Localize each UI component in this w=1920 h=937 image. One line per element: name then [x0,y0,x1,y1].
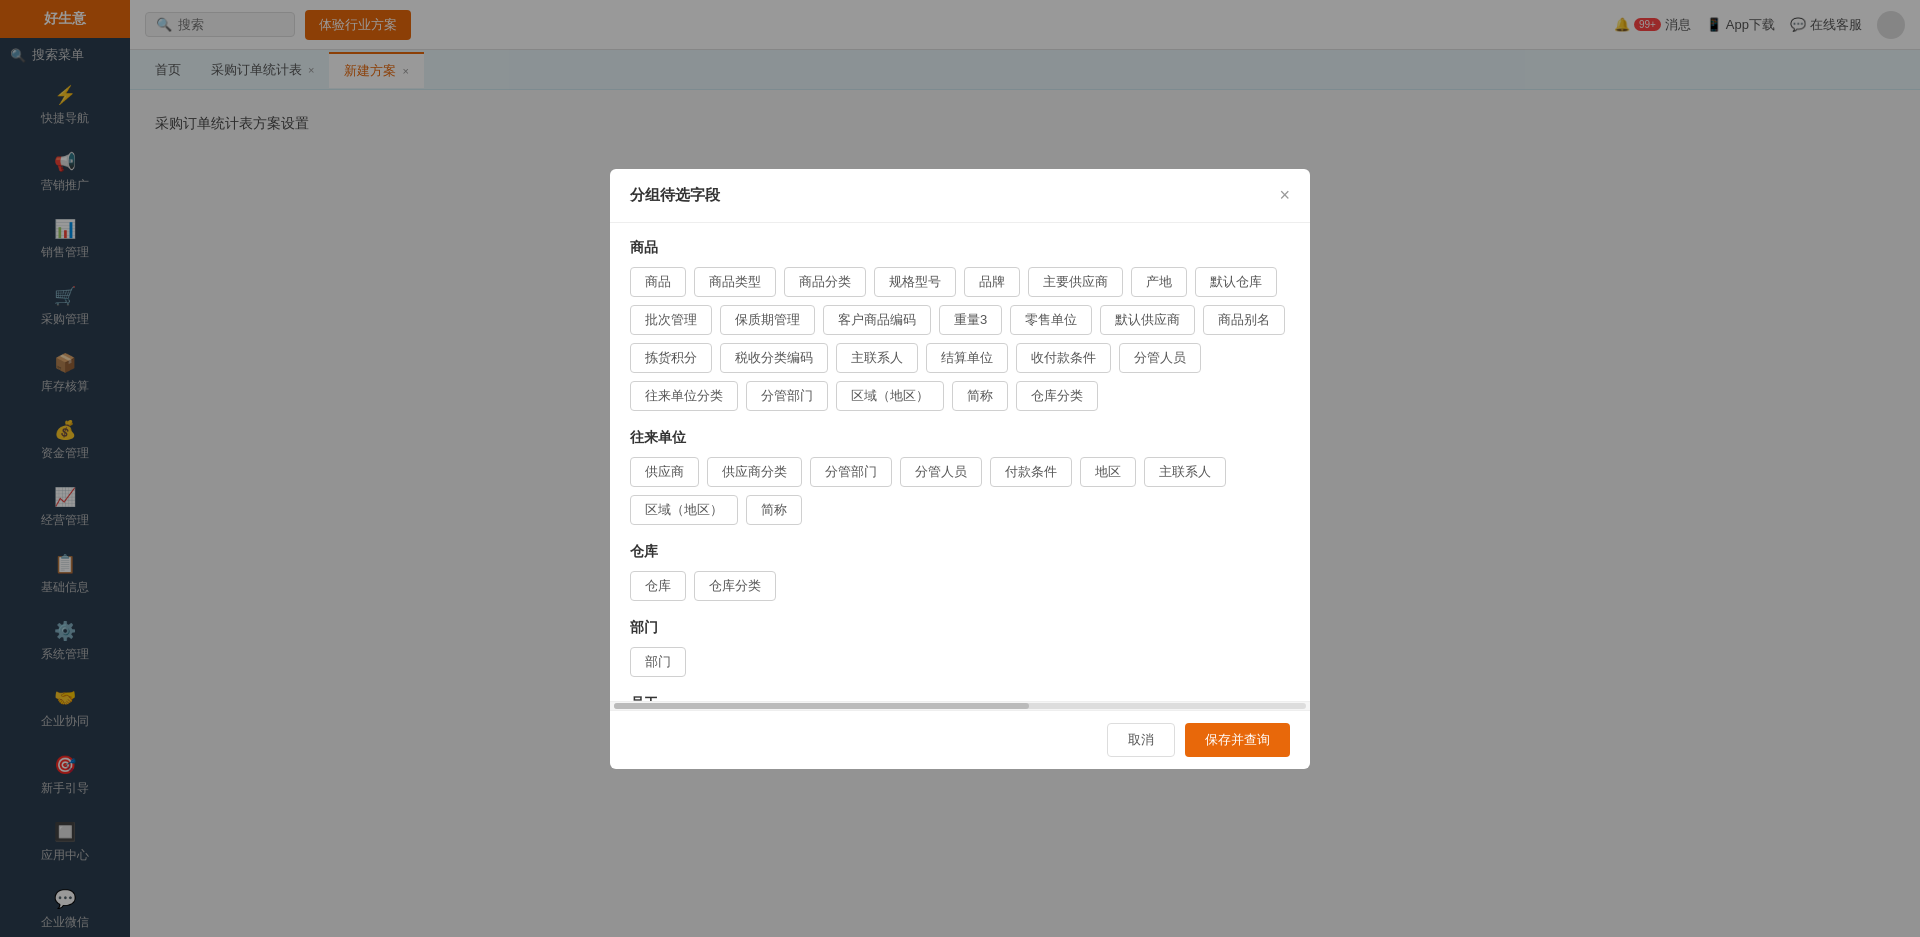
modal-overlay: 分组待选字段 × 商品商品商品类型商品分类规格型号品牌主要供应商产地默认仓库批次… [0,0,1920,937]
field-group-warehouse: 仓库仓库仓库分类 [630,543,1290,601]
field-tag-goods-8[interactable]: 批次管理 [630,305,712,335]
field-tag-goods-19[interactable]: 收付款条件 [1016,343,1111,373]
field-group-title-counterpart: 往来单位 [630,429,1290,447]
field-group-department: 部门部门 [630,619,1290,677]
field-tag-counterpart-1[interactable]: 供应商分类 [707,457,802,487]
modal: 分组待选字段 × 商品商品商品类型商品分类规格型号品牌主要供应商产地默认仓库批次… [610,169,1310,769]
field-group-goods: 商品商品商品类型商品分类规格型号品牌主要供应商产地默认仓库批次管理保质期管理客户… [630,239,1290,411]
field-tag-counterpart-8[interactable]: 简称 [746,495,802,525]
modal-horizontal-scrollbar[interactable] [610,701,1310,710]
field-tag-goods-6[interactable]: 产地 [1131,267,1187,297]
field-tag-goods-4[interactable]: 品牌 [964,267,1020,297]
modal-header: 分组待选字段 × [610,169,1310,223]
field-tag-counterpart-3[interactable]: 分管人员 [900,457,982,487]
field-tag-department-0[interactable]: 部门 [630,647,686,677]
field-tag-goods-7[interactable]: 默认仓库 [1195,267,1277,297]
field-tag-counterpart-0[interactable]: 供应商 [630,457,699,487]
field-tag-goods-0[interactable]: 商品 [630,267,686,297]
field-tag-goods-11[interactable]: 重量3 [939,305,1002,335]
field-tag-goods-5[interactable]: 主要供应商 [1028,267,1123,297]
field-tag-goods-2[interactable]: 商品分类 [784,267,866,297]
field-tag-goods-13[interactable]: 默认供应商 [1100,305,1195,335]
field-tag-goods-1[interactable]: 商品类型 [694,267,776,297]
field-tag-warehouse-1[interactable]: 仓库分类 [694,571,776,601]
field-tag-goods-10[interactable]: 客户商品编码 [823,305,931,335]
modal-title: 分组待选字段 [630,186,720,205]
field-tags-counterpart: 供应商供应商分类分管部门分管人员付款条件地区主联系人区域（地区） 简称 [630,457,1290,525]
cancel-button[interactable]: 取消 [1107,723,1175,757]
field-tags-department: 部门 [630,647,1290,677]
modal-footer: 取消 保存并查询 [610,710,1310,769]
field-tag-counterpart-2[interactable]: 分管部门 [810,457,892,487]
field-tag-goods-14[interactable]: 商品别名 [1203,305,1285,335]
field-tag-goods-16[interactable]: 税收分类编码 [720,343,828,373]
modal-close-button[interactable]: × [1279,185,1290,206]
hscroll-thumb[interactable] [614,703,1029,709]
field-tag-counterpart-7[interactable]: 区域（地区） [630,495,738,525]
field-group-title-department: 部门 [630,619,1290,637]
field-group-counterpart: 往来单位供应商供应商分类分管部门分管人员付款条件地区主联系人区域（地区） 简称 [630,429,1290,525]
field-tag-counterpart-4[interactable]: 付款条件 [990,457,1072,487]
field-tag-goods-20[interactable]: 分管人员 [1119,343,1201,373]
field-tag-goods-9[interactable]: 保质期管理 [720,305,815,335]
field-tag-goods-23[interactable]: 区域（地区） [836,381,944,411]
modal-body[interactable]: 商品商品商品类型商品分类规格型号品牌主要供应商产地默认仓库批次管理保质期管理客户… [610,223,1310,701]
field-tags-goods: 商品商品类型商品分类规格型号品牌主要供应商产地默认仓库批次管理保质期管理客户商品… [630,267,1290,411]
confirm-button[interactable]: 保存并查询 [1185,723,1290,757]
field-tag-goods-12[interactable]: 零售单位 [1010,305,1092,335]
field-tag-goods-24[interactable]: 简称 [952,381,1008,411]
field-tag-counterpart-6[interactable]: 主联系人 [1144,457,1226,487]
field-tags-warehouse: 仓库仓库分类 [630,571,1290,601]
field-tag-goods-25[interactable]: 仓库分类 [1016,381,1098,411]
field-tag-goods-3[interactable]: 规格型号 [874,267,956,297]
field-tag-counterpart-5[interactable]: 地区 [1080,457,1136,487]
field-tag-goods-17[interactable]: 主联系人 [836,343,918,373]
field-tag-warehouse-0[interactable]: 仓库 [630,571,686,601]
field-tag-goods-15[interactable]: 拣货积分 [630,343,712,373]
field-tag-goods-18[interactable]: 结算单位 [926,343,1008,373]
field-group-title-goods: 商品 [630,239,1290,257]
field-tag-goods-22[interactable]: 分管部门 [746,381,828,411]
field-group-title-warehouse: 仓库 [630,543,1290,561]
hscroll-track [614,703,1306,709]
field-tag-goods-21[interactable]: 往来单位分类 [630,381,738,411]
